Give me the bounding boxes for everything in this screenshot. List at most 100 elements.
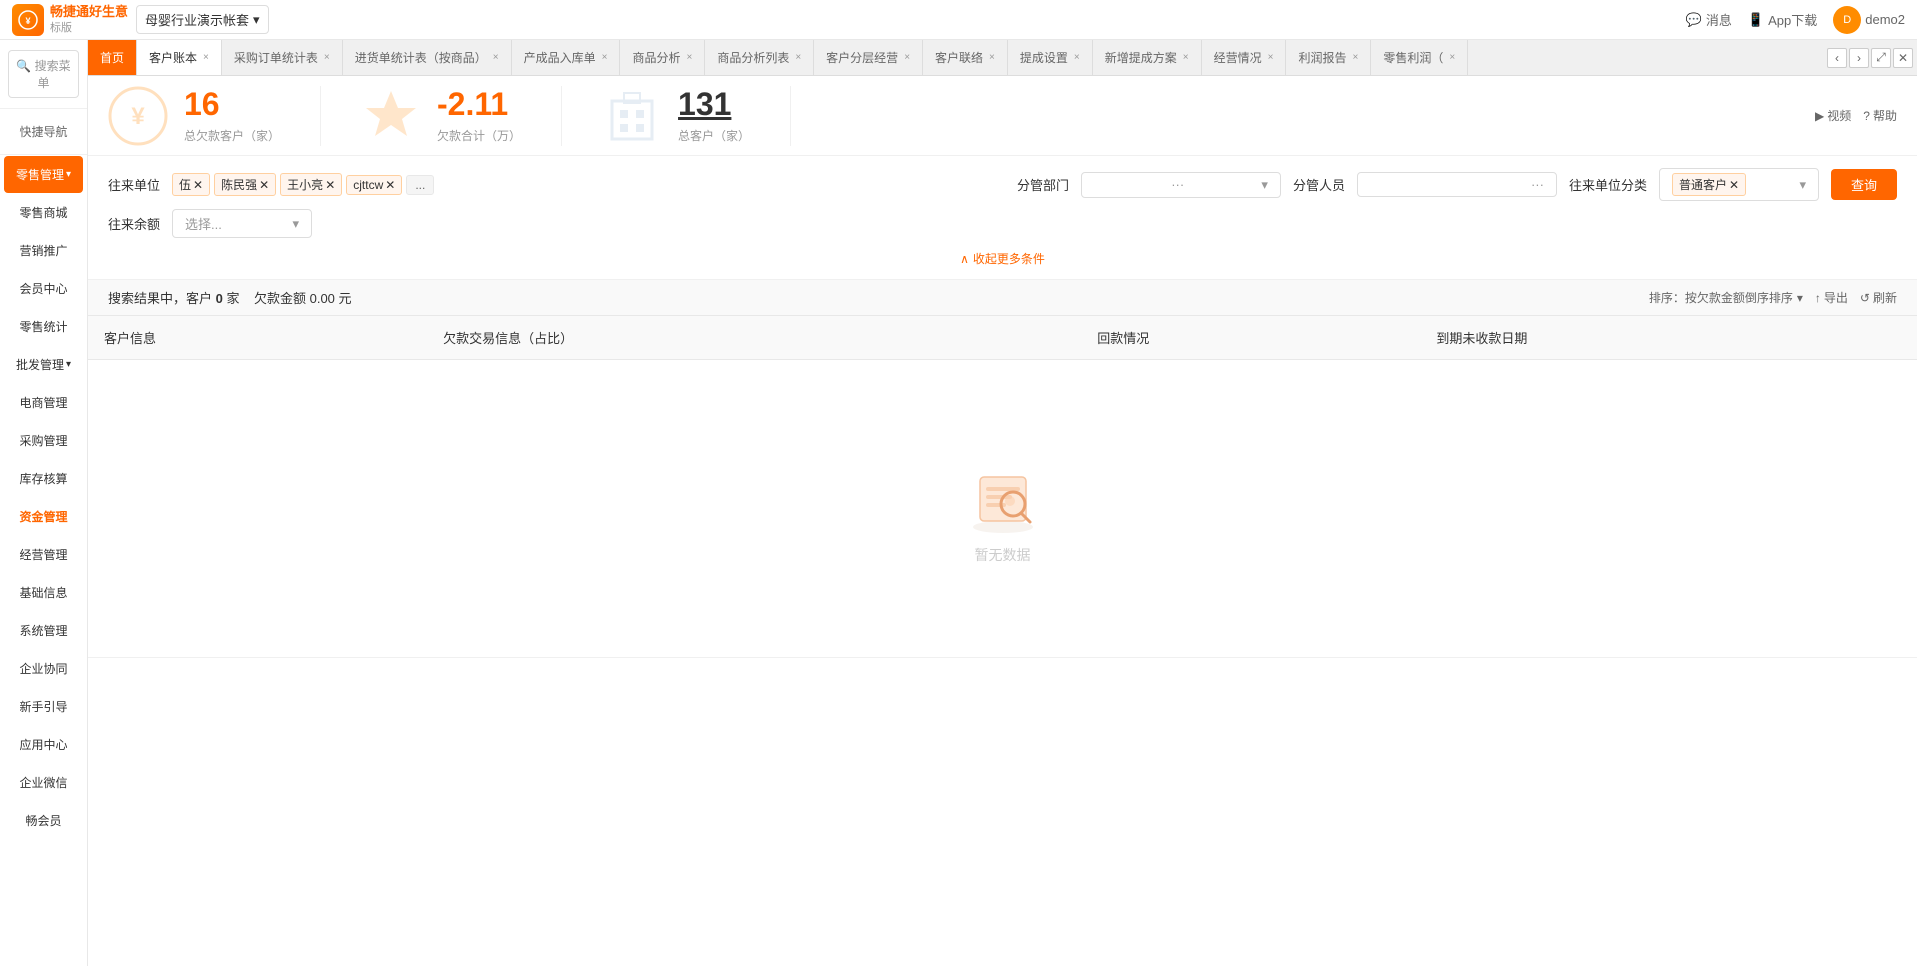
tab-close-all-btn[interactable]: ✕ xyxy=(1893,48,1913,68)
tab-next-btn[interactable]: › xyxy=(1849,48,1869,68)
help-icon: ? xyxy=(1863,109,1870,123)
query-btn[interactable]: 查询 xyxy=(1831,169,1897,200)
tab-close-profit-report[interactable]: × xyxy=(1352,52,1358,63)
tab-product-analysis[interactable]: 商品分析× xyxy=(620,40,705,76)
table-header-row: 客户信息 欠款交易信息（占比） 回款情况 到期未收款日期 xyxy=(88,316,1917,360)
sidebar-item-base-info[interactable]: 基础信息 xyxy=(4,574,83,611)
result-text: 搜索结果中，客户 0 家 欠款金额 0.00 元 xyxy=(108,288,352,307)
sidebar-item-batch-mgmt[interactable]: 批发管理 ▾ xyxy=(4,346,83,383)
stat-total-customers-value[interactable]: 131 xyxy=(678,87,750,122)
sidebar-item-finance[interactable]: 资金管理 xyxy=(4,498,83,535)
unit-filter-more[interactable]: ... xyxy=(406,175,434,195)
export-icon: ↑ xyxy=(1815,291,1821,305)
tab-customer-contact[interactable]: 客户联络× xyxy=(923,40,1008,76)
tab-biz-situation[interactable]: 经营情况× xyxy=(1202,40,1287,76)
main-layout: 🔍 搜索菜单 快捷导航 零售管理 ▾零售商城营销推广会员中心零售统计批发管理 ▾… xyxy=(0,40,1917,966)
sidebar-item-enterprise[interactable]: 企业协同 xyxy=(4,650,83,687)
sidebar-item-vip[interactable]: 畅会员 xyxy=(4,802,83,839)
stat-total-customers-label: 总客户（家） xyxy=(678,127,750,144)
tab-close-product-analysis[interactable]: × xyxy=(686,52,692,63)
top-header: ¥ 畅捷通好生意 标版 母婴行业演示帐套 ▾ 💬 消息 📱 App下载 D de… xyxy=(0,0,1917,40)
user-avatar-btn[interactable]: D demo2 xyxy=(1833,6,1905,34)
tab-close-retail-profit[interactable]: × xyxy=(1449,52,1455,63)
tab-close-product-analysis-list[interactable]: × xyxy=(795,52,801,63)
video-btn[interactable]: ▶ 视频 xyxy=(1815,107,1851,124)
unit-tag-chen-remove[interactable]: ✕ xyxy=(259,178,269,192)
tab-product-instock[interactable]: 产成品入库单× xyxy=(512,40,621,76)
message-btn[interactable]: 💬 消息 xyxy=(1686,10,1732,29)
dept-dropdown-more: ··· xyxy=(1171,177,1184,192)
unit-class-tag-remove[interactable]: ✕ xyxy=(1729,178,1739,192)
sidebar-item-wechat[interactable]: 企业微信 xyxy=(4,764,83,801)
stat-debt-customers: ¥ 16 总欠款客户（家） xyxy=(108,86,321,146)
avatar: D xyxy=(1833,6,1861,34)
tab-instock-stats[interactable]: 进货单统计表（按商品）× xyxy=(343,40,512,76)
star-badge-icon xyxy=(361,86,421,146)
result-info: 搜索结果中，客户 0 家 欠款金额 0.00 元 xyxy=(108,288,352,307)
tab-retail-profit[interactable]: 零售利润（× xyxy=(1371,40,1468,76)
tab-close-biz-situation[interactable]: × xyxy=(1268,52,1274,63)
stat-total-customers-info: 131 总客户（家） xyxy=(678,87,750,143)
help-btns: ▶ 视频 ? 帮助 xyxy=(1815,107,1897,124)
unit-class-tag: 普通客户 ✕ xyxy=(1672,173,1746,196)
tab-new-raise[interactable]: 新增提成方案× xyxy=(1093,40,1202,76)
export-btn[interactable]: ↑ 导出 xyxy=(1815,289,1848,306)
industry-selector[interactable]: 母婴行业演示帐套 ▾ xyxy=(136,5,269,34)
unit-tag-cjttcw-remove[interactable]: ✕ xyxy=(385,178,395,192)
unit-filter-tags: 伍 ✕ 陈民强 ✕ 王小亮 ✕ cjttcw ✕ xyxy=(172,173,1005,196)
person-dropdown[interactable]: ··· xyxy=(1357,172,1557,197)
sidebar-search-btn[interactable]: 🔍 搜索菜单 xyxy=(8,50,79,98)
search-result-bar: 搜索结果中，客户 0 家 欠款金额 0.00 元 排序：按欠款金额倒序排序 ▾ xyxy=(88,280,1917,316)
tab-close-customer-segment[interactable]: × xyxy=(904,52,910,63)
unit-tag-wang-remove[interactable]: ✕ xyxy=(325,178,335,192)
balance-dropdown[interactable]: 选择... ▾ xyxy=(172,209,312,238)
empty-illustration xyxy=(958,452,1048,545)
tab-prev-btn[interactable]: ‹ xyxy=(1827,48,1847,68)
message-icon: 💬 xyxy=(1686,12,1702,28)
sidebar-item-retail-store[interactable]: 零售商城 xyxy=(4,194,83,231)
sidebar-item-operations[interactable]: 经营管理 xyxy=(4,536,83,573)
person-filter-label: 分管人员 xyxy=(1293,175,1345,194)
unit-tag-cjttcw: cjttcw ✕ xyxy=(346,175,402,195)
tab-customer-capital[interactable]: 客户账本× xyxy=(137,40,222,76)
tab-close-customer-capital[interactable]: × xyxy=(203,52,209,63)
sidebar-item-ecommerce[interactable]: 电商管理 xyxy=(4,384,83,421)
sidebar-item-member-center[interactable]: 会员中心 xyxy=(4,270,83,307)
tab-close-instock-stats[interactable]: × xyxy=(493,52,499,63)
sidebar-item-app-center[interactable]: 应用中心 xyxy=(4,726,83,763)
sidebar-item-purchase[interactable]: 采购管理 xyxy=(4,422,83,459)
tab-close-product-instock[interactable]: × xyxy=(602,52,608,63)
sidebar-item-new-guide[interactable]: 新手引导 xyxy=(4,688,83,725)
yuan-icon: ¥ xyxy=(108,86,168,146)
refresh-btn[interactable]: ↺ 刷新 xyxy=(1860,289,1897,306)
tab-profit-report[interactable]: 利润报告× xyxy=(1286,40,1371,76)
sidebar-item-marketing[interactable]: 营销推广 xyxy=(4,232,83,269)
tab-raise-settings[interactable]: 提成设置× xyxy=(1008,40,1093,76)
dept-dropdown[interactable]: ··· ▾ xyxy=(1081,172,1281,198)
tab-close-customer-contact[interactable]: × xyxy=(989,52,995,63)
app-download-btn[interactable]: 📱 App下载 xyxy=(1748,10,1817,29)
help-btn[interactable]: ? 帮助 xyxy=(1863,107,1897,124)
stat-debt-amount-value: -2.11 xyxy=(437,87,521,122)
building-icon xyxy=(602,86,662,146)
tab-maximize-btn[interactable]: ⤢ xyxy=(1871,48,1891,68)
tab-purchase-order[interactable]: 采购订单统计表× xyxy=(222,40,343,76)
sidebar-item-sys-mgmt[interactable]: 系统管理 xyxy=(4,612,83,649)
tab-close-new-raise[interactable]: × xyxy=(1183,52,1189,63)
refresh-icon: ↺ xyxy=(1860,291,1870,305)
tab-close-raise-settings[interactable]: × xyxy=(1074,52,1080,63)
sidebar-item-inventory[interactable]: 库存核算 xyxy=(4,460,83,497)
tab-close-purchase-order[interactable]: × xyxy=(324,52,330,63)
sidebar-item-retail-stats[interactable]: 零售统计 xyxy=(4,308,83,345)
unit-tag-wu-remove[interactable]: ✕ xyxy=(193,178,203,192)
sidebar-item-quick-nav[interactable]: 快捷导航 xyxy=(0,115,87,148)
collapse-btn[interactable]: ∧ 收起更多条件 xyxy=(108,246,1897,271)
tab-product-analysis-list[interactable]: 商品分析列表× xyxy=(705,40,814,76)
unit-class-dropdown[interactable]: 普通客户 ✕ ▾ xyxy=(1659,168,1819,201)
sidebar-item-retail-mgmt[interactable]: 零售管理 ▾ xyxy=(4,156,83,193)
sidebar-quick-nav: 快捷导航 xyxy=(0,109,87,155)
tab-home[interactable]: 首页 xyxy=(88,40,137,76)
sort-select[interactable]: 排序：按欠款金额倒序排序 ▾ xyxy=(1649,289,1803,306)
tab-customer-segment[interactable]: 客户分层经营× xyxy=(814,40,923,76)
dropdown-arrow-icon: ▾ xyxy=(253,12,260,28)
